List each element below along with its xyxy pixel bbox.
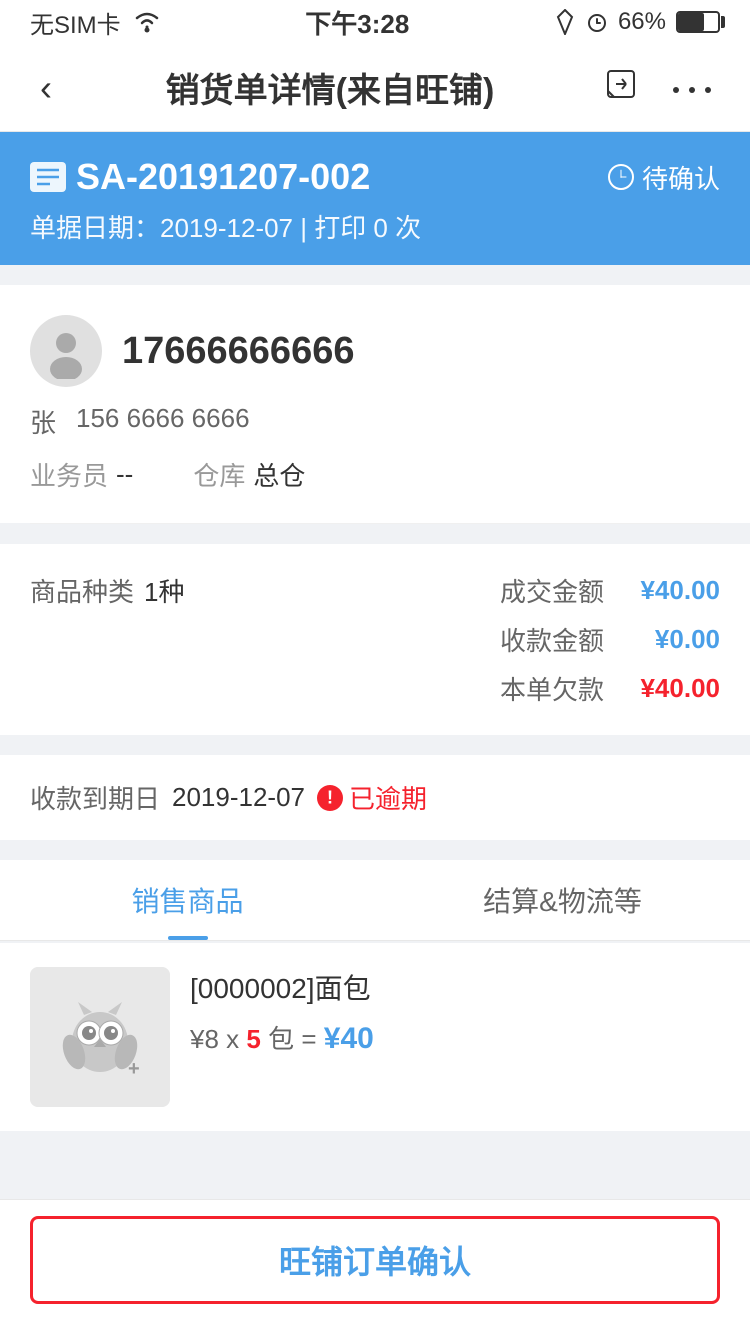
- salesperson-label: 业务员: [30, 456, 108, 493]
- order-status-badge: 待确认: [608, 159, 720, 196]
- nav-actions: [598, 61, 720, 114]
- wifi-icon: [133, 11, 161, 33]
- product-info: [0000002]面包 ¥8 x 5 包 = ¥40: [190, 967, 720, 1056]
- customer-alt-phone: 156 6666 6666: [76, 403, 250, 440]
- due-date-card: 收款到期日 2019-12-07 已逾期: [0, 755, 750, 840]
- summary-card: 商品种类 1种 成交金额 ¥40.00 收款金额 ¥0.00 本单欠款 ¥40.…: [0, 544, 750, 735]
- summary-left: 商品种类 1种: [30, 572, 184, 609]
- due-date-label: 收款到期日: [30, 779, 160, 816]
- order-id: SA-20191207-002: [30, 156, 370, 198]
- received-label: 收款金额: [500, 621, 604, 658]
- owed-label: 本单欠款: [500, 670, 604, 707]
- due-date-value: 2019-12-07: [172, 782, 305, 813]
- battery-fill: [678, 13, 704, 31]
- tabs: 销售商品 结算&物流等: [0, 860, 750, 940]
- battery-icon: [676, 11, 720, 33]
- confirm-order-button[interactable]: 旺铺订单确认: [30, 1216, 720, 1304]
- product-total: ¥40: [324, 1022, 374, 1055]
- product-section: + [0000002]面包 ¥8 x 5 包 = ¥40: [0, 943, 750, 1131]
- salesperson-item: 业务员 --: [30, 456, 133, 493]
- carrier-text: 无SIM卡: [30, 5, 121, 40]
- customer-card: 17666666666 张 156 6666 6666 业务员 -- 仓库 总仓: [0, 285, 750, 523]
- transaction-amount-item: 成交金额 ¥40.00: [500, 572, 720, 609]
- received-amount-item: 收款金额 ¥0.00: [500, 621, 720, 658]
- divider-1: [30, 523, 720, 524]
- tab-sales-product-label: 销售商品: [131, 880, 243, 920]
- location-icon: [554, 9, 576, 35]
- warning-icon: [317, 785, 343, 811]
- clock-icon: [608, 164, 634, 190]
- tab-active-indicator: [168, 936, 208, 940]
- customer-phone: 17666666666: [122, 330, 354, 373]
- product-type-item: 商品种类 1种: [30, 572, 184, 609]
- product-type-value: 1种: [144, 572, 184, 609]
- customer-avatar: [30, 315, 102, 387]
- alarm-icon: [586, 11, 608, 33]
- product-name: [0000002]面包: [190, 967, 720, 1007]
- owed-value: ¥40.00: [620, 673, 720, 704]
- transaction-value: ¥40.00: [620, 575, 720, 606]
- customer-detail: 张 156 6666 6666: [30, 403, 720, 440]
- tab-settlement-label: 结算&物流等: [483, 880, 642, 920]
- status-right: 66%: [554, 8, 720, 36]
- page-title: 销货单详情(来自旺铺): [62, 63, 598, 112]
- product-thumbnail: +: [30, 967, 170, 1107]
- status-time: 下午3:28: [305, 4, 409, 41]
- tab-settlement[interactable]: 结算&物流等: [375, 860, 750, 940]
- product-unit-price: ¥8: [190, 1024, 219, 1054]
- customer-meta: 业务员 -- 仓库 总仓: [30, 456, 720, 493]
- share-button[interactable]: [598, 61, 644, 114]
- customer-name: 张: [30, 403, 56, 440]
- order-status-text: 待确认: [642, 159, 720, 196]
- tab-sales-product[interactable]: 销售商品: [0, 860, 375, 940]
- overdue-badge: 已逾期: [317, 779, 427, 816]
- product-unit: 包: [268, 1024, 294, 1054]
- status-bar: 无SIM卡 下午3:28 66%: [0, 0, 750, 44]
- confirm-button-wrap: 旺铺订单确认: [0, 1199, 750, 1334]
- product-price: ¥8 x 5 包 = ¥40: [190, 1019, 720, 1056]
- product-type-label: 商品种类: [30, 572, 134, 609]
- order-icon: [30, 162, 66, 192]
- product-item: + [0000002]面包 ¥8 x 5 包 = ¥40: [30, 967, 720, 1107]
- more-button[interactable]: [664, 64, 720, 112]
- status-left: 无SIM卡: [30, 5, 161, 40]
- overdue-text: 已逾期: [349, 779, 427, 816]
- nav-bar: ‹ 销货单详情(来自旺铺): [0, 44, 750, 132]
- warehouse-item: 仓库 总仓: [193, 456, 305, 493]
- warehouse-label: 仓库: [193, 456, 245, 493]
- warehouse-value: 总仓: [253, 456, 305, 493]
- product-equals: =: [301, 1024, 323, 1054]
- owed-amount-item: 本单欠款 ¥40.00: [500, 670, 720, 707]
- transaction-label: 成交金额: [500, 572, 604, 609]
- order-date: 单据日期：2019-12-07 | 打印 0 次: [30, 208, 720, 245]
- product-image: +: [50, 997, 150, 1077]
- salesperson-value: --: [116, 459, 133, 490]
- tabs-container: 销售商品 结算&物流等: [0, 860, 750, 941]
- product-multiply: x: [226, 1024, 246, 1054]
- back-button[interactable]: ‹: [30, 57, 62, 119]
- order-header-card: SA-20191207-002 待确认 单据日期：2019-12-07 | 打印…: [0, 132, 750, 265]
- battery-percent: 66%: [618, 8, 666, 36]
- product-qty: 5: [246, 1024, 260, 1054]
- summary-right: 成交金额 ¥40.00 收款金额 ¥0.00 本单欠款 ¥40.00: [500, 572, 720, 707]
- svg-text:+: +: [128, 1058, 140, 1077]
- received-value: ¥0.00: [620, 624, 720, 655]
